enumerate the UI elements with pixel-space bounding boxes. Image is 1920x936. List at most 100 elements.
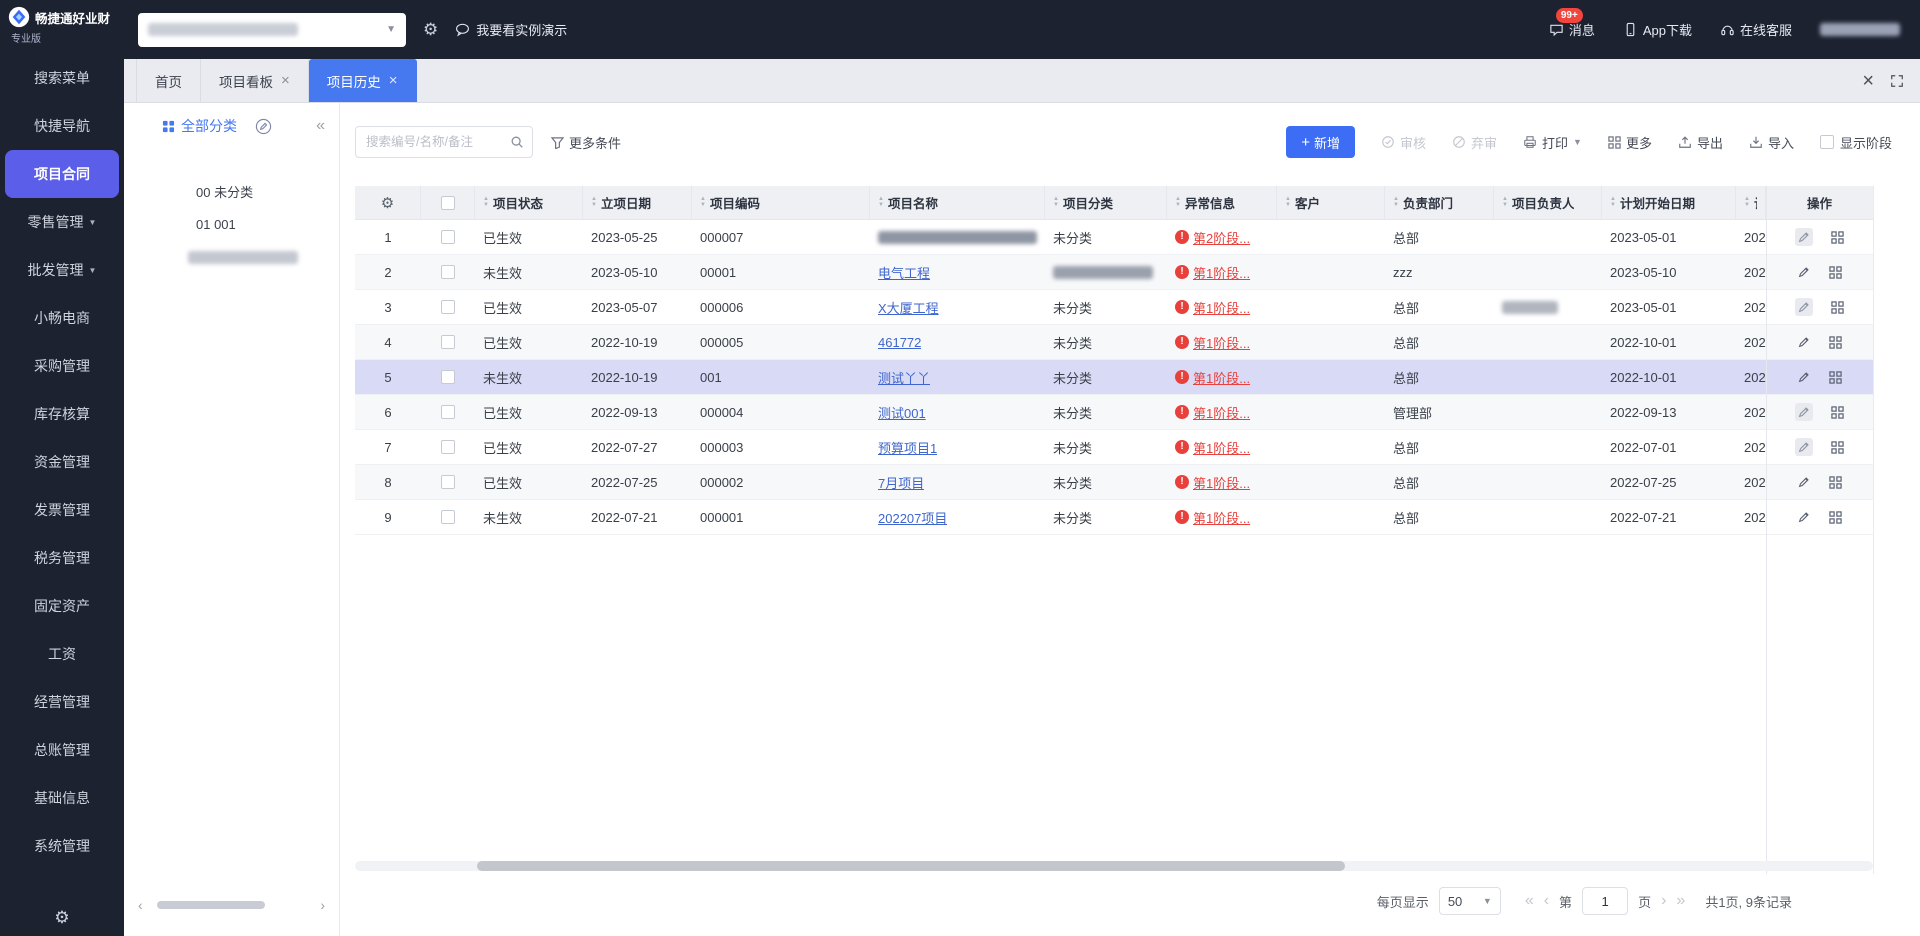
sort-icon[interactable]: ▲ ▼ [1393,196,1399,208]
grid-more-icon[interactable] [1829,335,1842,349]
scrollbar-thumb[interactable] [477,861,1345,871]
tab-project-board[interactable]: 项目看板 × [201,59,309,102]
per-page-select[interactable]: 50 ▼ [1438,887,1501,915]
edit-icon[interactable] [1795,228,1813,246]
row-checkbox[interactable] [441,370,455,384]
tab-project-history[interactable]: 项目历史 × [308,59,417,102]
sidebar-item-invoice[interactable]: 发票管理 [0,486,124,534]
search-icon[interactable] [510,135,524,149]
more-actions-button[interactable]: 更多 [1608,133,1652,152]
table-row[interactable]: 5 未生效 2022-10-19 001 测试丫丫 未分类! 第1阶段... 总部 2022-1… [355,360,1873,395]
sort-icon[interactable]: ▲ ▼ [1175,196,1181,208]
project-name-link[interactable]: 202207项目 [878,508,947,527]
redacted-username[interactable] [1820,23,1900,36]
sidebar-settings-gear-icon[interactable]: ⚙ [54,908,69,928]
sort-icon[interactable]: ▲ ▼ [591,196,597,208]
export-button[interactable]: 导出 [1678,133,1723,152]
print-button[interactable]: 打印 ▼ [1523,133,1582,152]
project-name-link[interactable]: 预算项目1 [878,438,937,457]
add-button[interactable]: + 新增 [1286,126,1355,158]
exception-link[interactable]: 第1阶段... [1193,298,1250,317]
table-row[interactable]: 1 已生效 2023-05-25 000007 未分类! 第2阶段... 总部 2023-05… [355,220,1873,255]
app-download-button[interactable]: App下载 [1623,20,1692,39]
grid-more-icon[interactable] [1831,440,1844,454]
row-checkbox[interactable] [441,440,455,454]
audit-button[interactable]: 审核 [1381,133,1426,152]
sidebar-item-wholesale-mgmt[interactable]: 批发管理 ▼ [0,246,124,294]
sort-icon[interactable]: ▲ ▼ [1053,196,1059,208]
show-stage-checkbox[interactable] [1819,135,1834,149]
category-item[interactable]: 01 001 [124,208,339,241]
exception-link[interactable]: 第1阶段... [1193,333,1250,352]
import-button[interactable]: 导入 [1749,133,1794,152]
project-name-link[interactable]: 7月项目 [878,473,924,492]
sort-icon[interactable]: ▲ ▼ [1744,196,1750,208]
horizontal-scrollbar[interactable] [355,861,1873,871]
grid-more-icon[interactable] [1829,265,1842,279]
sidebar-item-fixed-assets[interactable]: 固定资产 [0,582,124,630]
select-all-checkbox[interactable] [440,195,455,210]
fullscreen-icon[interactable] [1890,74,1904,88]
edit-icon[interactable] [1797,265,1811,279]
scrollbar-track[interactable] [149,901,315,909]
support-button[interactable]: 在线客服 [1720,20,1792,39]
sort-icon[interactable]: ▲ ▼ [1610,196,1616,208]
edit-icon[interactable] [1797,335,1811,349]
category-title[interactable]: 全部分类 [181,116,237,136]
sort-icon[interactable]: ▲ ▼ [878,196,884,208]
next-page-icon[interactable]: › [1661,893,1666,909]
org-select[interactable]: ▼ [138,12,406,47]
close-icon[interactable]: × [281,73,290,88]
sidebar-item-inventory[interactable]: 库存核算 [0,390,124,438]
exception-link[interactable]: 第1阶段... [1193,368,1250,387]
project-name-link[interactable]: X大厦工程 [878,298,939,317]
last-page-icon[interactable]: » [1676,893,1685,909]
search-input[interactable] [366,135,504,149]
more-filters-button[interactable]: 更多条件 [551,133,621,152]
close-icon[interactable]: × [389,73,398,88]
sidebar-item-quick-nav[interactable]: 快捷导航 [0,102,124,150]
edit-icon[interactable] [1797,370,1811,384]
sort-icon[interactable]: ▲ ▼ [483,196,489,208]
sidebar-item-basic-info[interactable]: 基础信息 [0,774,124,822]
messages-button[interactable]: 99+ 消息 [1549,8,1595,39]
exception-link[interactable]: 第2阶段... [1193,228,1250,247]
category-item[interactable]: 00 未分类 [124,175,339,208]
sidebar-item-system-mgmt[interactable]: 系统管理 [0,822,124,870]
first-page-icon[interactable]: « [1525,893,1534,909]
sidebar-item-procurement[interactable]: 采购管理 [0,342,124,390]
edit-icon[interactable] [1797,510,1811,524]
exception-link[interactable]: 第1阶段... [1193,508,1250,527]
edit-icon[interactable] [1797,475,1811,489]
grid-more-icon[interactable] [1831,405,1844,419]
row-checkbox[interactable] [441,405,455,419]
grid-more-icon[interactable] [1829,370,1842,384]
sidebar-item-tax[interactable]: 税务管理 [0,534,124,582]
sidebar-item-general-ledger[interactable]: 总账管理 [0,726,124,774]
row-checkbox[interactable] [441,510,455,524]
project-name-link[interactable]: 461772 [878,335,921,350]
grid-more-icon[interactable] [1829,510,1842,524]
row-checkbox[interactable] [441,300,455,314]
edit-category-icon[interactable] [255,118,272,135]
sidebar-item-ecommerce[interactable]: 小畅电商 [0,294,124,342]
topbar-settings-gear-icon[interactable]: ⚙ [423,20,438,40]
close-all-tabs-icon[interactable]: × [1862,71,1874,91]
project-name-link[interactable]: 测试001 [878,403,926,422]
exception-link[interactable]: 第1阶段... [1193,403,1250,422]
exception-link[interactable]: 第1阶段... [1193,438,1250,457]
row-checkbox[interactable] [441,265,455,279]
table-row[interactable]: 3 已生效 2023-05-07 000006 X大厦工程 未分类! 第1阶段... 总部 20… [355,290,1873,325]
table-row[interactable]: 6 已生效 2022-09-13 000004 测试001 未分类! 第1阶段... 管理部 2… [355,395,1873,430]
grid-more-icon[interactable] [1831,300,1844,314]
scrollbar-thumb[interactable] [156,901,265,909]
demo-link[interactable]: 我要看实例演示 [455,20,567,39]
exception-link[interactable]: 第1阶段... [1193,473,1250,492]
sort-icon[interactable]: ▲ ▼ [1285,196,1291,208]
row-checkbox[interactable] [441,230,455,244]
scroll-left-icon[interactable]: ‹ [138,898,143,912]
grid-more-icon[interactable] [1831,230,1844,244]
column-settings-gear-icon[interactable]: ⚙ [381,194,394,212]
row-checkbox[interactable] [441,335,455,349]
scroll-right-icon[interactable]: › [320,898,325,912]
